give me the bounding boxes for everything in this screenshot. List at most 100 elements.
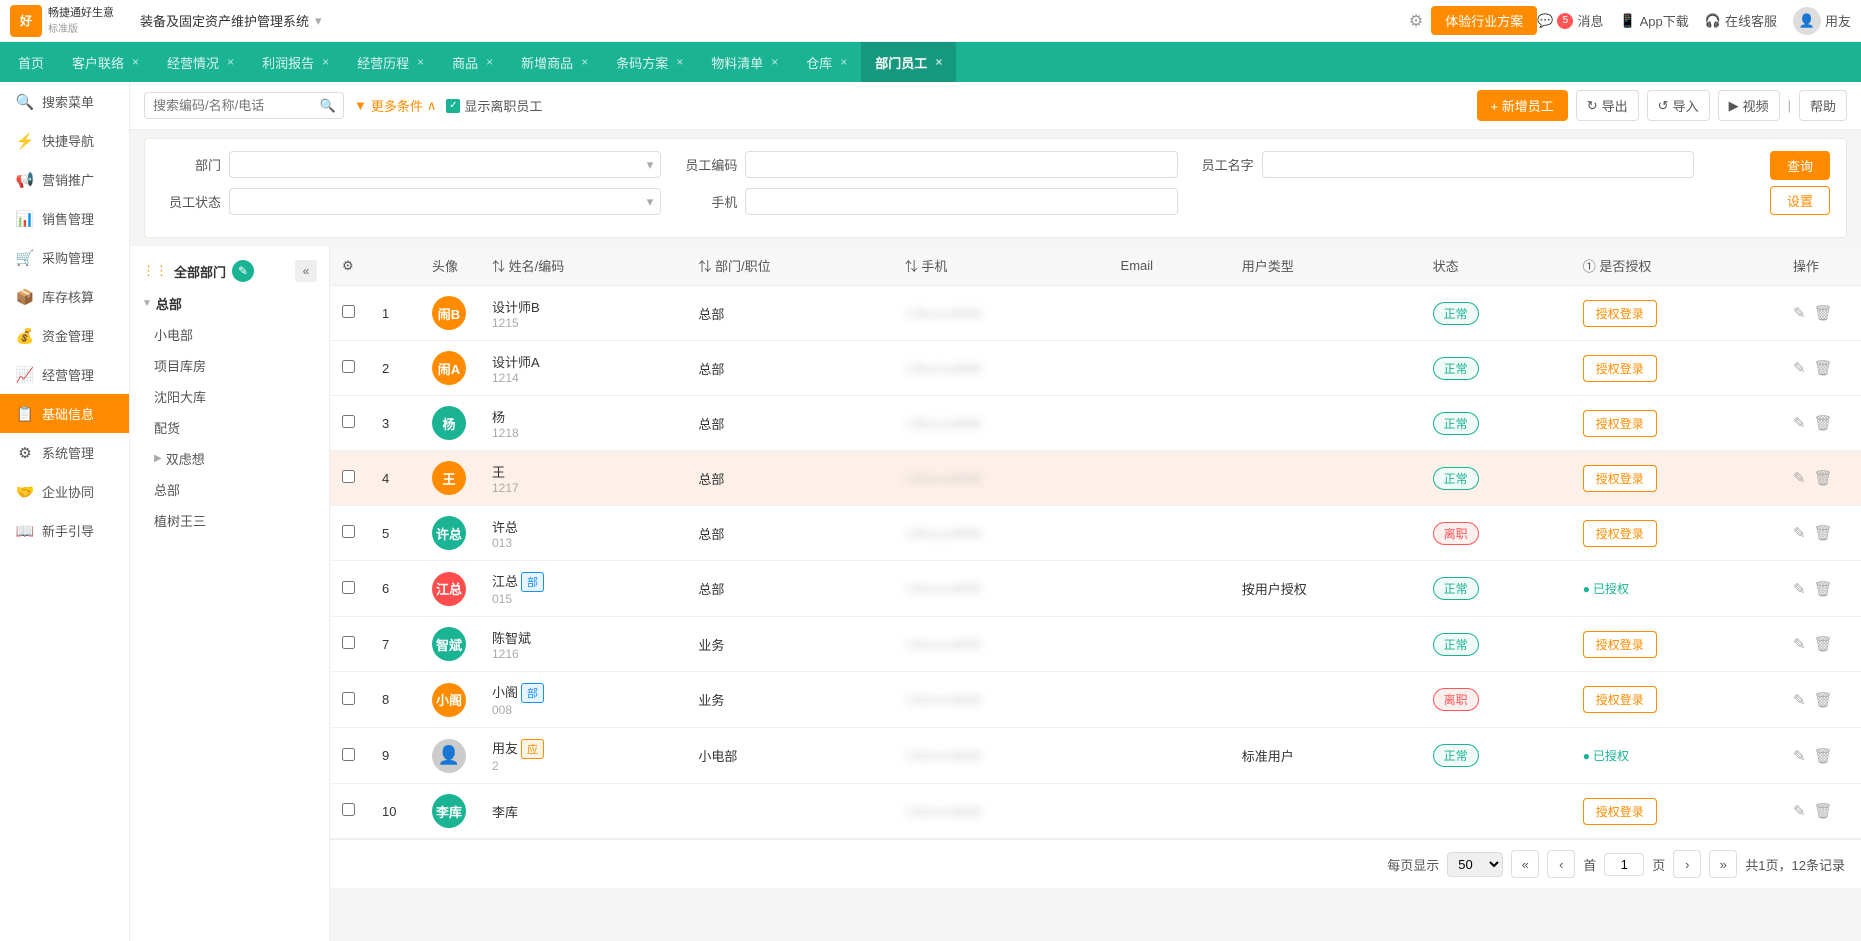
tab-goods-close[interactable]: × xyxy=(486,55,493,69)
tab-operation-close[interactable]: × xyxy=(227,55,234,69)
row-checkbox[interactable] xyxy=(342,636,355,649)
row-checkbox[interactable] xyxy=(342,748,355,761)
tree-node-zongbu[interactable]: 总部 xyxy=(130,474,329,505)
tab-customer[interactable]: 客户联络× xyxy=(58,42,153,82)
edit-icon[interactable]: ✎ xyxy=(1793,580,1806,598)
tab-profit-close[interactable]: × xyxy=(322,55,329,69)
edit-icon[interactable]: ✎ xyxy=(1793,747,1806,765)
sidebar-item-finance[interactable]: 💰 资金管理 xyxy=(0,316,129,355)
row-auth[interactable]: 授权登录 xyxy=(1571,341,1781,396)
row-checkbox[interactable] xyxy=(342,525,355,538)
prev-page-btn[interactable]: ‹ xyxy=(1547,850,1575,878)
delete-icon[interactable]: 🗑 xyxy=(1814,691,1833,709)
row-check[interactable] xyxy=(330,341,370,396)
row-auth[interactable]: 授权登录 xyxy=(1571,506,1781,561)
row-check[interactable] xyxy=(330,506,370,561)
set-button[interactable]: 设置 xyxy=(1770,186,1830,215)
tab-warehouse-close[interactable]: × xyxy=(840,55,847,69)
tree-node-peihuo[interactable]: 配货 xyxy=(130,412,329,443)
tree-node-root[interactable]: ▼ 总部 xyxy=(130,288,329,319)
row-check[interactable] xyxy=(330,617,370,672)
row-check[interactable] xyxy=(330,286,370,341)
tree-node-shenyang[interactable]: 沈阳大库 xyxy=(130,381,329,412)
edit-icon[interactable]: ✎ xyxy=(1793,635,1806,653)
sidebar-item-search[interactable]: 🔍 搜索菜单 xyxy=(0,82,129,121)
row-check[interactable] xyxy=(330,561,370,617)
last-page-btn[interactable]: » xyxy=(1709,850,1737,878)
row-auth[interactable]: 授权登录 xyxy=(1571,617,1781,672)
auth-button[interactable]: 授权登录 xyxy=(1583,465,1657,492)
row-check[interactable] xyxy=(330,451,370,506)
filter-code-input[interactable] xyxy=(745,151,1177,178)
row-checkbox[interactable] xyxy=(342,581,355,594)
sidebar-item-sales[interactable]: 📊 销售管理 xyxy=(0,199,129,238)
row-check[interactable] xyxy=(330,396,370,451)
delete-icon[interactable]: 🗑 xyxy=(1814,802,1833,820)
filter-dept-select[interactable] xyxy=(229,151,661,178)
sidebar-item-system[interactable]: ⚙ 系统管理 xyxy=(0,433,129,472)
app-download-button[interactable]: 📱 App下载 xyxy=(1619,11,1688,30)
sidebar-item-purchase[interactable]: 🛒 采购管理 xyxy=(0,238,129,277)
help-button[interactable]: 帮助 xyxy=(1799,90,1847,121)
row-checkbox[interactable] xyxy=(342,692,355,705)
tab-add-goods-close[interactable]: × xyxy=(581,55,588,69)
row-checkbox[interactable] xyxy=(342,803,355,816)
user-area[interactable]: 👤 用友 xyxy=(1793,7,1851,35)
row-checkbox[interactable] xyxy=(342,305,355,318)
edit-icon[interactable]: ✎ xyxy=(1793,802,1806,820)
tab-home[interactable]: 首页 xyxy=(4,42,58,82)
search-icon-btn[interactable]: 🔍 xyxy=(320,98,336,114)
video-button[interactable]: ▶ 视频 xyxy=(1718,90,1780,121)
message-button[interactable]: 💬 5 消息 xyxy=(1537,11,1603,30)
delete-icon[interactable]: 🗑 xyxy=(1814,635,1833,653)
tab-history-close[interactable]: × xyxy=(417,55,424,69)
online-service-button[interactable]: 🎧 在线客服 xyxy=(1705,11,1777,30)
row-check[interactable] xyxy=(330,784,370,839)
auth-button[interactable]: 授权登录 xyxy=(1583,355,1657,382)
auth-button[interactable]: 授权登录 xyxy=(1583,410,1657,437)
tab-history[interactable]: 经营历程× xyxy=(343,42,438,82)
delete-icon[interactable]: 🗑 xyxy=(1814,580,1833,598)
tab-staff-close[interactable]: × xyxy=(935,55,942,69)
tab-operation[interactable]: 经营情况× xyxy=(153,42,248,82)
row-auth[interactable]: 授权登录 xyxy=(1571,451,1781,506)
sidebar-item-nav[interactable]: ⚡ 快捷导航 xyxy=(0,121,129,160)
filter-more-btn[interactable]: ▼ 更多条件 ∧ xyxy=(354,96,436,115)
filter-status-select[interactable] xyxy=(229,188,661,215)
add-employee-button[interactable]: + 新增员工 xyxy=(1477,90,1568,121)
delete-icon[interactable]: 🗑 xyxy=(1814,469,1833,487)
tree-node-shuanglv[interactable]: ▶ 双虑想 xyxy=(130,443,329,474)
edit-icon[interactable]: ✎ xyxy=(1793,469,1806,487)
auth-button[interactable]: 授权登录 xyxy=(1583,520,1657,547)
auth-button[interactable]: 授权登录 xyxy=(1583,686,1657,713)
auth-button[interactable]: 授权登录 xyxy=(1583,631,1657,658)
tab-customer-close[interactable]: × xyxy=(132,55,139,69)
show-resign-checkbox[interactable]: ✓ xyxy=(446,99,460,113)
sidebar-item-marketing[interactable]: 📢 营销推广 xyxy=(0,160,129,199)
sidebar-item-inventory[interactable]: 📦 库存核算 xyxy=(0,277,129,316)
settings-icon[interactable]: ⚙ xyxy=(1409,11,1423,31)
delete-icon[interactable]: 🗑 xyxy=(1814,304,1833,322)
tab-staff[interactable]: 部门员工× xyxy=(861,42,956,82)
first-page-btn[interactable]: « xyxy=(1511,850,1539,878)
tree-node-xiaodian[interactable]: 小电部 xyxy=(130,319,329,350)
sidebar-item-guide[interactable]: 📖 新手引导 xyxy=(0,511,129,550)
edit-icon[interactable]: ✎ xyxy=(1793,691,1806,709)
import-button[interactable]: ↺ 导入 xyxy=(1647,90,1710,121)
edit-icon[interactable]: ✎ xyxy=(1793,304,1806,322)
sidebar-item-collab[interactable]: 🤝 企业协同 xyxy=(0,472,129,511)
tree-node-zhishu[interactable]: 植树王三 xyxy=(130,505,329,536)
delete-icon[interactable]: 🗑 xyxy=(1814,747,1833,765)
edit-icon[interactable]: ✎ xyxy=(1793,359,1806,377)
tree-collapse-button[interactable]: « xyxy=(295,260,317,282)
page-input[interactable] xyxy=(1604,853,1644,876)
filter-phone-input[interactable] xyxy=(745,188,1177,215)
tab-barcode-close[interactable]: × xyxy=(676,55,683,69)
row-auth[interactable]: 授权登录 xyxy=(1571,286,1781,341)
row-auth[interactable]: 授权登录 xyxy=(1571,672,1781,728)
query-button[interactable]: 查询 xyxy=(1770,151,1830,180)
filter-name-input[interactable] xyxy=(1262,151,1694,178)
experience-button[interactable]: 体验行业方案 xyxy=(1431,6,1537,35)
auth-button[interactable]: 授权登录 xyxy=(1583,300,1657,327)
tab-add-goods[interactable]: 新增商品× xyxy=(507,42,602,82)
